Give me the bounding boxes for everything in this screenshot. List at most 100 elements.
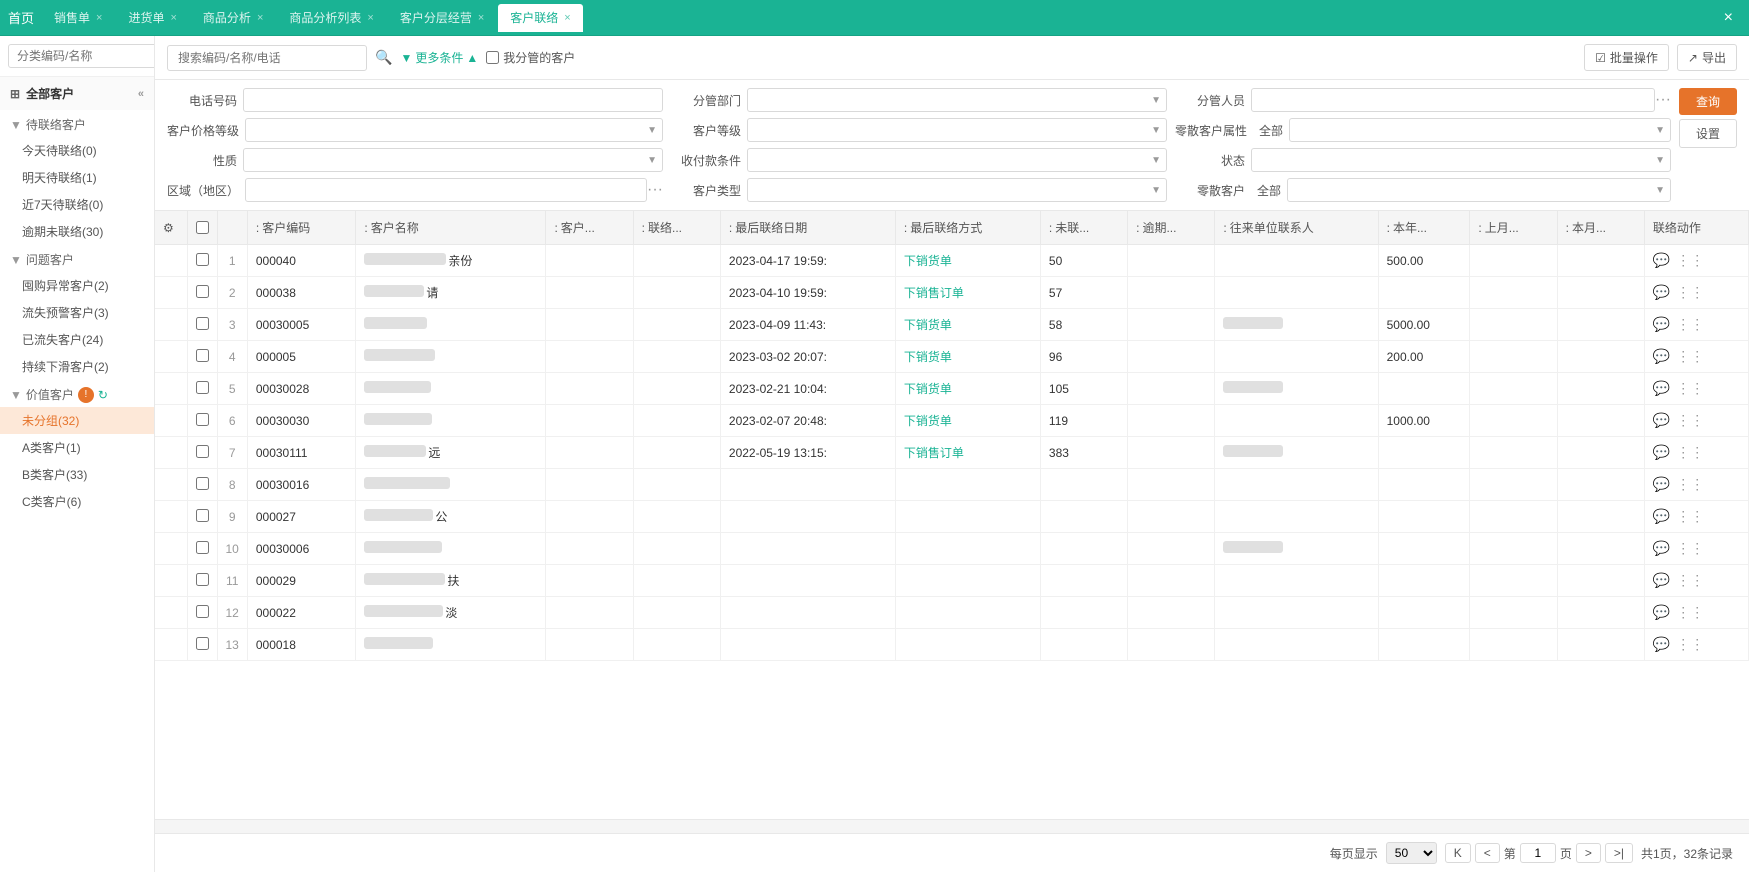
more-action-icon[interactable]: ⋮⋮ xyxy=(1676,316,1704,333)
chat-icon[interactable]: 💬 xyxy=(1653,540,1670,557)
checkbox-cell[interactable] xyxy=(187,501,217,533)
sidebar-item-declining[interactable]: 持续下滑客户(2) xyxy=(0,353,154,380)
last-contact-date-col-header[interactable]: : 最后联络日期 xyxy=(720,211,895,245)
chat-icon[interactable]: 💬 xyxy=(1653,604,1670,621)
code-col-header[interactable]: : 客户编码 xyxy=(247,211,356,245)
row-checkbox[interactable] xyxy=(196,381,209,394)
my-customers-checkbox[interactable]: 我分管的客户 xyxy=(486,49,575,66)
region-input[interactable] xyxy=(245,178,647,202)
contact-method-link[interactable]: 下销货单 xyxy=(904,350,952,364)
export-button[interactable]: ↗ 导出 xyxy=(1677,44,1737,71)
tab-close-customer-contact[interactable]: × xyxy=(564,12,570,24)
chat-icon[interactable]: 💬 xyxy=(1653,412,1670,429)
row-checkbox[interactable] xyxy=(196,445,209,458)
first-page-button[interactable]: K xyxy=(1445,843,1471,863)
tab-purchase[interactable]: 进货单 × xyxy=(116,4,188,32)
tab-close-analysis-list[interactable]: × xyxy=(367,12,373,24)
tab-sales[interactable]: 销售单 × xyxy=(42,4,114,32)
more-action-icon[interactable]: ⋮⋮ xyxy=(1676,412,1704,429)
phone-input[interactable] xyxy=(243,88,663,112)
region-dots-icon[interactable]: ··· xyxy=(647,181,663,199)
dept-select[interactable] xyxy=(747,88,1167,112)
row-checkbox[interactable] xyxy=(196,541,209,554)
contact-method-link[interactable]: 下销货单 xyxy=(904,414,952,428)
my-customers-check[interactable] xyxy=(486,51,499,64)
table-scroll-bar[interactable] xyxy=(155,819,1749,833)
checkbox-cell[interactable] xyxy=(187,309,217,341)
chat-icon[interactable]: 💬 xyxy=(1653,508,1670,525)
contact-col-header[interactable]: : 联络... xyxy=(633,211,720,245)
contact-method-link[interactable]: 下销售订单 xyxy=(904,286,964,300)
contact-method-link[interactable]: 下销货单 xyxy=(904,254,952,268)
name-col-header[interactable]: : 客户名称 xyxy=(356,211,546,245)
next-page-button[interactable]: > xyxy=(1576,843,1601,863)
sidebar-item-today[interactable]: 今天待联络(0) xyxy=(0,137,154,164)
checkbox-cell[interactable] xyxy=(187,469,217,501)
all-customers-header[interactable]: ⊞ 全部客户 « xyxy=(0,77,154,110)
chat-icon[interactable]: 💬 xyxy=(1653,348,1670,365)
this-month-col-header[interactable]: : 本月... xyxy=(1557,211,1644,245)
retail-customer-select[interactable] xyxy=(1287,178,1671,202)
customer-type-select[interactable] xyxy=(747,178,1167,202)
chat-icon[interactable]: 💬 xyxy=(1653,380,1670,397)
this-year-col-header[interactable]: : 本年... xyxy=(1378,211,1470,245)
group-problem-customers[interactable]: ▼ 问题客户 xyxy=(0,245,154,272)
sidebar-item-churn-warning[interactable]: 流失预警客户(3) xyxy=(0,299,154,326)
close-window-icon[interactable]: × xyxy=(1716,9,1741,27)
checkbox-cell[interactable] xyxy=(187,533,217,565)
reset-button[interactable]: 设置 xyxy=(1679,119,1737,148)
more-action-icon[interactable]: ⋮⋮ xyxy=(1676,252,1704,269)
contact-method-link[interactable]: 下销货单 xyxy=(904,318,952,332)
checkbox-cell[interactable] xyxy=(187,437,217,469)
row-checkbox[interactable] xyxy=(196,253,209,266)
chat-icon[interactable]: 💬 xyxy=(1653,636,1670,653)
unit-contact-col-header[interactable]: : 往来单位联系人 xyxy=(1215,211,1378,245)
row-checkbox[interactable] xyxy=(196,605,209,618)
sidebar-item-abnormal[interactable]: 囤购异常客户(2) xyxy=(0,272,154,299)
row-checkbox[interactable] xyxy=(196,413,209,426)
sidebar-search-input[interactable] xyxy=(8,44,155,68)
row-checkbox[interactable] xyxy=(196,477,209,490)
overdue-col-header[interactable]: : 逾期... xyxy=(1128,211,1215,245)
tab-close-analysis[interactable]: × xyxy=(257,12,263,24)
tab-close-purchase[interactable]: × xyxy=(170,12,176,24)
more-action-icon[interactable]: ⋮⋮ xyxy=(1676,572,1704,589)
row-checkbox[interactable] xyxy=(196,637,209,650)
more-action-icon[interactable]: ⋮⋮ xyxy=(1676,380,1704,397)
retail-attr-select[interactable] xyxy=(1289,118,1671,142)
chat-icon[interactable]: 💬 xyxy=(1653,316,1670,333)
tab-analysis-list[interactable]: 商品分析列表 × xyxy=(277,4,385,32)
sidebar-item-churned[interactable]: 已流失客户(24) xyxy=(0,326,154,353)
batch-ops-button[interactable]: ☑ 批量操作 xyxy=(1584,44,1669,71)
more-action-icon[interactable]: ⋮⋮ xyxy=(1676,636,1704,653)
checkbox-cell[interactable] xyxy=(187,597,217,629)
tab-home[interactable]: 首页 xyxy=(8,8,34,27)
row-checkbox[interactable] xyxy=(196,349,209,362)
tab-close-sales[interactable]: × xyxy=(96,12,102,24)
manager-input[interactable] xyxy=(1251,88,1655,112)
checkbox-cell[interactable] xyxy=(187,565,217,597)
tab-analysis[interactable]: 商品分析 × xyxy=(191,4,275,32)
sidebar-item-class-a[interactable]: A类客户(1) xyxy=(0,434,154,461)
price-level-select[interactable] xyxy=(245,118,663,142)
chat-icon[interactable]: 💬 xyxy=(1653,476,1670,493)
status-select[interactable] xyxy=(1251,148,1671,172)
tab-customer-tier[interactable]: 客户分层经营 × xyxy=(388,4,496,32)
row-checkbox[interactable] xyxy=(196,317,209,330)
checkbox-cell[interactable] xyxy=(187,341,217,373)
more-action-icon[interactable]: ⋮⋮ xyxy=(1676,508,1704,525)
row-checkbox[interactable] xyxy=(196,509,209,522)
checkbox-col-header[interactable] xyxy=(187,211,217,245)
not-contacted-col-header[interactable]: : 未联... xyxy=(1040,211,1127,245)
more-action-icon[interactable]: ⋮⋮ xyxy=(1676,348,1704,365)
query-button[interactable]: 查询 xyxy=(1679,88,1737,115)
customer-level-select[interactable] xyxy=(747,118,1167,142)
more-action-icon[interactable]: ⋮⋮ xyxy=(1676,540,1704,557)
tab-customer-contact[interactable]: 客户联络 × xyxy=(498,4,582,32)
page-size-select[interactable]: 50 20 100 xyxy=(1386,842,1437,864)
sidebar-item-class-c[interactable]: C类客户(6) xyxy=(0,488,154,515)
sidebar-item-tomorrow[interactable]: 明天待联络(1) xyxy=(0,164,154,191)
page-number-input[interactable] xyxy=(1520,843,1556,863)
contact-method-link[interactable]: 下销货单 xyxy=(904,382,952,396)
last-contact-method-col-header[interactable]: : 最后联络方式 xyxy=(895,211,1040,245)
